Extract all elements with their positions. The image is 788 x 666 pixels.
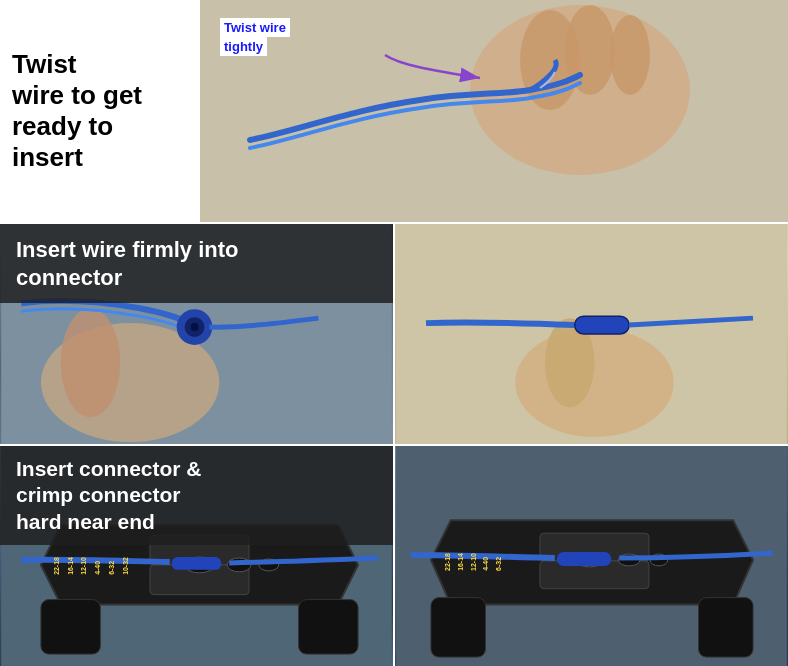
svg-text:10-32: 10-32 (122, 557, 129, 575)
svg-rect-41 (557, 552, 612, 566)
svg-rect-35 (396, 446, 786, 666)
svg-rect-43 (699, 598, 754, 657)
svg-point-40 (650, 554, 668, 566)
svg-rect-21 (150, 565, 249, 595)
svg-rect-14 (396, 224, 786, 444)
svg-rect-27 (299, 600, 358, 655)
svg-text:4-40: 4-40 (94, 561, 101, 575)
svg-text:12-10: 12-10 (80, 557, 87, 575)
svg-point-11 (185, 317, 205, 337)
annotation-line1: Twist wire (220, 18, 290, 37)
row3-left-image: 22-18 16-14 12-10 4-40 6-32 10-32 Insert… (0, 446, 393, 666)
svg-text:16-14: 16-14 (457, 553, 464, 571)
page-container: Twist wire to get ready to insert (0, 0, 788, 666)
row1-image: Twist wire tightly (200, 0, 788, 222)
svg-point-15 (515, 328, 674, 437)
svg-rect-42 (431, 598, 486, 657)
svg-point-38 (576, 553, 604, 567)
svg-rect-13 (396, 224, 786, 444)
svg-text:12-10: 12-10 (470, 553, 477, 571)
row1-photo: Twist wire tightly (200, 0, 788, 222)
svg-rect-34 (396, 446, 786, 666)
svg-point-10 (177, 309, 213, 345)
svg-point-4 (610, 15, 650, 95)
row1-annotation: Twist wire tightly (220, 18, 290, 56)
svg-point-23 (227, 558, 251, 572)
svg-point-22 (185, 557, 215, 573)
row3-overlay: Insert connector & crimp connector hard … (0, 446, 393, 545)
row1: Twist wire to get ready to insert (0, 0, 788, 222)
svg-text:4-40: 4-40 (482, 557, 489, 571)
row3-right-photo: 22-18 16-14 12-10 4-40 6-32 (395, 446, 788, 666)
svg-rect-36 (540, 533, 649, 561)
svg-point-12 (191, 323, 199, 331)
row2-right-image (393, 224, 788, 444)
svg-rect-17 (575, 316, 630, 334)
svg-text:6-32: 6-32 (108, 561, 115, 575)
svg-point-2 (520, 10, 580, 110)
row1-heading: Twist wire to get ready to insert (12, 49, 142, 174)
svg-point-39 (618, 554, 640, 566)
row2-overlay: Insert wire firmly into connector (0, 224, 393, 303)
row1-text-block: Twist wire to get ready to insert (0, 0, 200, 222)
svg-point-16 (545, 318, 595, 407)
svg-text:16-14: 16-14 (67, 557, 74, 575)
svg-rect-37 (540, 561, 649, 589)
annotation-line2: tightly (220, 37, 267, 56)
svg-point-1 (470, 5, 690, 175)
svg-point-3 (565, 5, 615, 95)
svg-text:22-18: 22-18 (53, 557, 60, 575)
svg-rect-25 (172, 557, 222, 570)
row3-right-image: 22-18 16-14 12-10 4-40 6-32 (393, 446, 788, 666)
svg-text:6-32: 6-32 (495, 557, 502, 571)
svg-point-24 (259, 559, 279, 571)
row2-right-photo (395, 224, 788, 444)
row2-heading: Insert wire firmly into connector (16, 236, 377, 291)
svg-point-8 (41, 323, 219, 442)
svg-rect-26 (41, 600, 100, 655)
row3-heading: Insert connector & crimp connector hard … (16, 456, 377, 535)
row2-left-image: Insert wire firmly into connector (0, 224, 393, 444)
svg-text:22-18: 22-18 (444, 553, 451, 571)
row3: 22-18 16-14 12-10 4-40 6-32 10-32 Insert… (0, 444, 788, 666)
row2: Insert wire firmly into connector (0, 222, 788, 444)
svg-point-9 (61, 308, 120, 417)
